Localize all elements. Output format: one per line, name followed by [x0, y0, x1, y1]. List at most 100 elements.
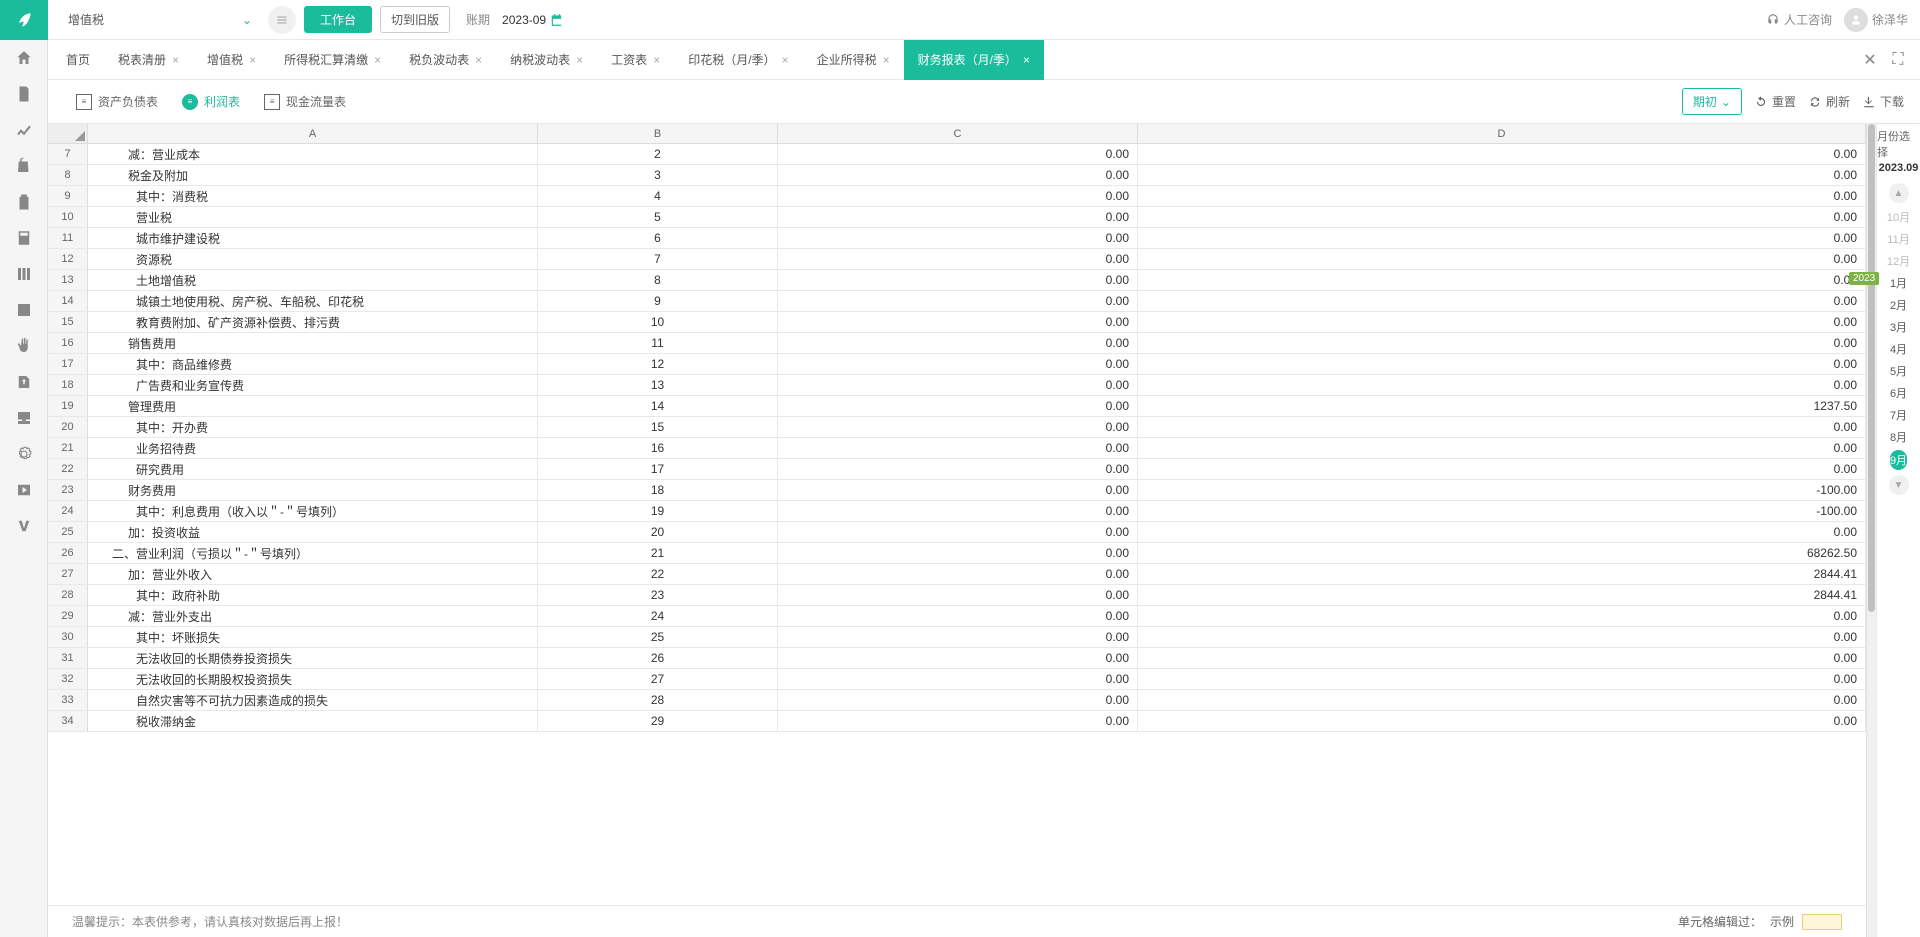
cell-c[interactable]: 0.00 [778, 564, 1138, 584]
cell-a[interactable]: 其中：政府补助 [88, 585, 538, 605]
month-item[interactable]: 2月 [1877, 294, 1920, 316]
month-item[interactable]: 7月 [1877, 404, 1920, 426]
cell-b[interactable]: 9 [538, 291, 778, 311]
tab-6[interactable]: 工资表× [597, 40, 674, 80]
tab-9[interactable]: 财务报表（月/季）× [904, 40, 1044, 80]
cell-d[interactable]: -100.00 [1138, 480, 1866, 500]
cell-c[interactable]: 0.00 [778, 438, 1138, 458]
row-header[interactable]: 25 [48, 522, 88, 542]
cell-c[interactable]: 0.00 [778, 522, 1138, 542]
cell-c[interactable]: 0.00 [778, 396, 1138, 416]
cell-d[interactable]: 2844.41 [1138, 564, 1866, 584]
cell-a[interactable]: 税金及附加 [88, 165, 538, 185]
cell-b[interactable]: 29 [538, 711, 778, 731]
cell-a[interactable]: 税收滞纳金 [88, 711, 538, 731]
cell-d[interactable]: 0.00 [1138, 333, 1866, 353]
cell-c[interactable]: 0.00 [778, 711, 1138, 731]
cell-b[interactable]: 23 [538, 585, 778, 605]
cell-d[interactable]: 0.00 [1138, 417, 1866, 437]
cell-c[interactable]: 0.00 [778, 459, 1138, 479]
row-header[interactable]: 20 [48, 417, 88, 437]
cell-c[interactable]: 0.00 [778, 648, 1138, 668]
row-header[interactable]: 29 [48, 606, 88, 626]
subtab-2[interactable]: ≡现金流量表 [252, 87, 358, 116]
row-header[interactable]: 12 [48, 249, 88, 269]
cell-d[interactable]: 0.00 [1138, 711, 1866, 731]
app-logo[interactable] [0, 0, 48, 40]
cell-d[interactable]: 0.00 [1138, 249, 1866, 269]
cell-a[interactable]: 城市维护建设税 [88, 228, 538, 248]
cell-b[interactable]: 20 [538, 522, 778, 542]
row-header[interactable]: 15 [48, 312, 88, 332]
cell-b[interactable]: 2 [538, 144, 778, 164]
cell-a[interactable]: 营业税 [88, 207, 538, 227]
cell-c[interactable]: 0.00 [778, 270, 1138, 290]
month-item[interactable]: 5月 [1877, 360, 1920, 382]
cell-c[interactable]: 0.00 [778, 585, 1138, 605]
row-header[interactable]: 21 [48, 438, 88, 458]
nav-bag-icon[interactable] [0, 148, 48, 184]
cell-a[interactable]: 其中：消费税 [88, 186, 538, 206]
cell-d[interactable]: 0.00 [1138, 648, 1866, 668]
cell-d[interactable]: 0.00 [1138, 144, 1866, 164]
row-header[interactable]: 19 [48, 396, 88, 416]
nav-settings-icon[interactable] [0, 436, 48, 472]
cell-a[interactable]: 其中：商品维修费 [88, 354, 538, 374]
row-header[interactable]: 18 [48, 375, 88, 395]
row-header[interactable]: 27 [48, 564, 88, 584]
user-menu[interactable]: 徐泽华 [1844, 8, 1908, 32]
cell-b[interactable]: 16 [538, 438, 778, 458]
cell-c[interactable]: 0.00 [778, 249, 1138, 269]
cell-a[interactable]: 其中：开办费 [88, 417, 538, 437]
cell-d[interactable]: 1237.50 [1138, 396, 1866, 416]
month-item[interactable]: 6月 [1877, 382, 1920, 404]
cell-a[interactable]: 减：营业成本 [88, 144, 538, 164]
cell-b[interactable]: 13 [538, 375, 778, 395]
cell-c[interactable]: 0.00 [778, 186, 1138, 206]
cell-c[interactable]: 0.00 [778, 417, 1138, 437]
cell-b[interactable]: 19 [538, 501, 778, 521]
row-header[interactable]: 32 [48, 669, 88, 689]
month-up-arrow[interactable]: ▲ [1889, 183, 1909, 203]
cell-b[interactable]: 22 [538, 564, 778, 584]
cell-d[interactable]: 0.00 [1138, 165, 1866, 185]
close-icon[interactable]: × [782, 53, 789, 67]
nav-image-icon[interactable] [0, 292, 48, 328]
col-header-d[interactable]: D [1138, 124, 1866, 143]
nav-chart-icon[interactable] [0, 112, 48, 148]
cell-d[interactable]: 0.00 [1138, 270, 1866, 290]
row-header[interactable]: 13 [48, 270, 88, 290]
cell-c[interactable]: 0.00 [778, 501, 1138, 521]
col-header-c[interactable]: C [778, 124, 1138, 143]
row-header[interactable]: 8 [48, 165, 88, 185]
row-header[interactable]: 11 [48, 228, 88, 248]
row-header[interactable]: 7 [48, 144, 88, 164]
cell-d[interactable]: 0.00 [1138, 438, 1866, 458]
cell-b[interactable]: 11 [538, 333, 778, 353]
cell-b[interactable]: 18 [538, 480, 778, 500]
nav-doc-icon[interactable] [0, 76, 48, 112]
month-down-arrow[interactable]: ▼ [1889, 475, 1909, 495]
row-header[interactable]: 26 [48, 543, 88, 563]
cell-c[interactable]: 0.00 [778, 606, 1138, 626]
cell-b[interactable]: 6 [538, 228, 778, 248]
cell-a[interactable]: 研究费用 [88, 459, 538, 479]
consult-link[interactable]: 人工咨询 [1766, 11, 1832, 28]
cell-b[interactable]: 15 [538, 417, 778, 437]
subtab-0[interactable]: ≡资产负债表 [64, 87, 170, 116]
cell-b[interactable]: 12 [538, 354, 778, 374]
cell-c[interactable]: 0.00 [778, 291, 1138, 311]
cell-a[interactable]: 管理费用 [88, 396, 538, 416]
cell-a[interactable]: 资源税 [88, 249, 538, 269]
cell-c[interactable]: 0.00 [778, 144, 1138, 164]
cell-b[interactable]: 8 [538, 270, 778, 290]
fullscreen-icon[interactable]: ⛶ [1888, 50, 1908, 70]
cell-d[interactable]: 0.00 [1138, 228, 1866, 248]
cell-d[interactable]: 0.00 [1138, 690, 1866, 710]
cell-a[interactable]: 销售费用 [88, 333, 538, 353]
list-icon-button[interactable] [268, 6, 296, 34]
row-header[interactable]: 28 [48, 585, 88, 605]
cell-a[interactable]: 加：营业外收入 [88, 564, 538, 584]
cell-a[interactable]: 广告费和业务宣传费 [88, 375, 538, 395]
nav-video-icon[interactable] [0, 472, 48, 508]
